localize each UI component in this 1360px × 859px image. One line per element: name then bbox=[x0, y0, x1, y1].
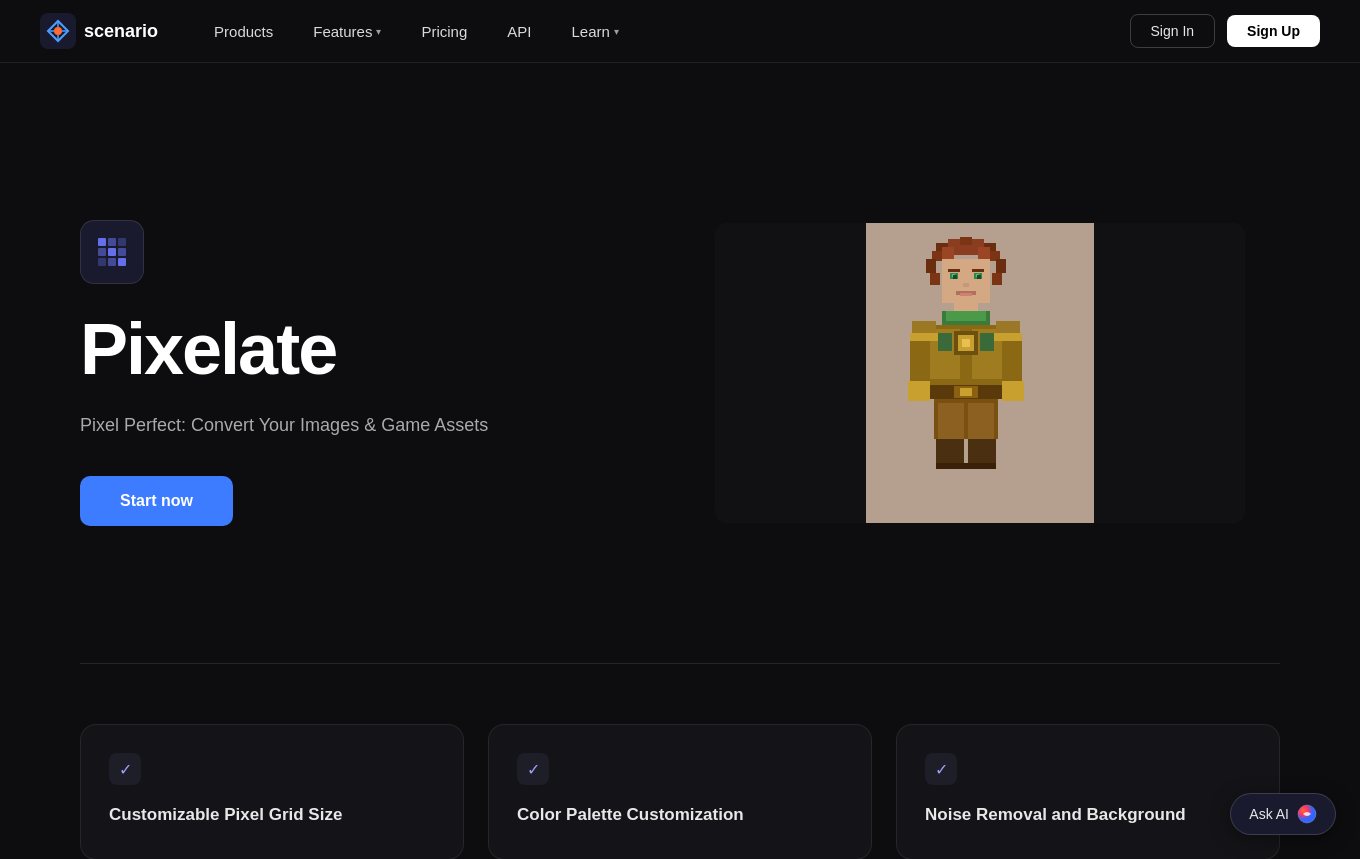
svg-rect-19 bbox=[954, 245, 978, 255]
nav-learn[interactable]: Learn ▾ bbox=[556, 15, 635, 48]
nav-features[interactable]: Features ▾ bbox=[297, 15, 397, 48]
svg-rect-5 bbox=[98, 248, 106, 256]
svg-rect-51 bbox=[910, 333, 938, 341]
hero-right bbox=[680, 223, 1280, 523]
hero-left: Pixelate Pixel Perfect: Convert Your Ima… bbox=[80, 220, 488, 526]
svg-rect-4 bbox=[118, 238, 126, 246]
feature-title-0: Customizable Pixel Grid Size bbox=[109, 803, 435, 827]
svg-rect-24 bbox=[930, 273, 940, 285]
svg-rect-3 bbox=[108, 238, 116, 246]
navbar-right: Sign In Sign Up bbox=[1130, 14, 1320, 48]
svg-rect-48 bbox=[980, 333, 994, 351]
svg-rect-53 bbox=[910, 341, 928, 385]
svg-rect-14 bbox=[960, 237, 972, 245]
feature-check-1: ✓ bbox=[517, 753, 549, 785]
svg-rect-9 bbox=[108, 258, 116, 266]
svg-rect-18 bbox=[942, 247, 954, 259]
feature-title-2: Noise Removal and Background bbox=[925, 803, 1251, 827]
svg-rect-54 bbox=[1004, 341, 1022, 385]
hero-subtitle: Pixel Perfect: Convert Your Images & Gam… bbox=[80, 411, 488, 440]
svg-rect-47 bbox=[938, 333, 952, 351]
pixelate-icon bbox=[94, 234, 130, 270]
svg-point-1 bbox=[54, 27, 62, 35]
svg-rect-32 bbox=[977, 275, 981, 279]
hero-panel-center bbox=[866, 223, 1093, 523]
feature-check-0: ✓ bbox=[109, 753, 141, 785]
svg-rect-65 bbox=[936, 463, 966, 469]
svg-rect-22 bbox=[926, 259, 936, 273]
svg-rect-20 bbox=[978, 247, 990, 259]
svg-rect-31 bbox=[953, 275, 957, 279]
logo[interactable]: scenario bbox=[40, 13, 158, 49]
navbar-left: scenario Products Features ▾ Pricing API… bbox=[40, 13, 635, 49]
svg-rect-59 bbox=[960, 388, 972, 396]
hero-section: Pixelate Pixel Perfect: Convert Your Ima… bbox=[0, 63, 1360, 663]
nav-api[interactable]: API bbox=[491, 15, 547, 48]
svg-rect-40 bbox=[946, 311, 986, 321]
svg-rect-26 bbox=[942, 259, 990, 303]
svg-rect-55 bbox=[908, 381, 930, 401]
logo-icon bbox=[40, 13, 76, 49]
nav-pricing[interactable]: Pricing bbox=[405, 15, 483, 48]
product-icon bbox=[80, 220, 144, 284]
nav-products[interactable]: Products bbox=[198, 15, 289, 48]
hero-panel-right bbox=[1094, 223, 1245, 523]
brand-name: scenario bbox=[84, 21, 158, 42]
svg-rect-6 bbox=[108, 248, 116, 256]
ask-ai-button[interactable]: Ask AI bbox=[1230, 793, 1336, 835]
signin-button[interactable]: Sign In bbox=[1130, 14, 1216, 48]
features-section: ✓ Customizable Pixel Grid Size ✓ Color P… bbox=[0, 664, 1360, 859]
hero-image-container bbox=[715, 223, 1245, 523]
svg-rect-10 bbox=[118, 258, 126, 266]
feature-title-1: Color Palette Customization bbox=[517, 803, 843, 827]
pixel-character-svg bbox=[866, 223, 1066, 503]
svg-rect-62 bbox=[968, 403, 994, 439]
svg-rect-46 bbox=[962, 339, 970, 347]
hero-panel-left bbox=[715, 223, 866, 523]
features-chevron-icon: ▾ bbox=[376, 26, 381, 37]
ask-ai-label: Ask AI bbox=[1249, 806, 1289, 822]
feature-card-0: ✓ Customizable Pixel Grid Size bbox=[80, 724, 464, 859]
ask-ai-icon bbox=[1297, 804, 1317, 824]
svg-rect-66 bbox=[966, 463, 996, 469]
hero-title: Pixelate bbox=[80, 312, 488, 388]
svg-rect-33 bbox=[948, 269, 960, 272]
svg-rect-25 bbox=[992, 273, 1002, 285]
svg-rect-56 bbox=[1002, 381, 1024, 401]
svg-rect-34 bbox=[972, 269, 984, 272]
svg-rect-35 bbox=[963, 283, 969, 287]
nav-links: Products Features ▾ Pricing API Learn ▾ bbox=[198, 15, 635, 48]
svg-rect-2 bbox=[98, 238, 106, 246]
start-now-button[interactable]: Start now bbox=[80, 476, 233, 526]
feature-check-2: ✓ bbox=[925, 753, 957, 785]
navbar: scenario Products Features ▾ Pricing API… bbox=[0, 0, 1360, 63]
svg-rect-52 bbox=[994, 333, 1022, 341]
svg-rect-37 bbox=[960, 293, 972, 296]
feature-card-1: ✓ Color Palette Customization bbox=[488, 724, 872, 859]
svg-rect-61 bbox=[938, 403, 964, 439]
svg-rect-23 bbox=[996, 259, 1006, 273]
signup-button[interactable]: Sign Up bbox=[1227, 15, 1320, 47]
learn-chevron-icon: ▾ bbox=[614, 26, 619, 37]
svg-rect-7 bbox=[118, 248, 126, 256]
svg-rect-8 bbox=[98, 258, 106, 266]
feature-card-2: ✓ Noise Removal and Background bbox=[896, 724, 1280, 859]
